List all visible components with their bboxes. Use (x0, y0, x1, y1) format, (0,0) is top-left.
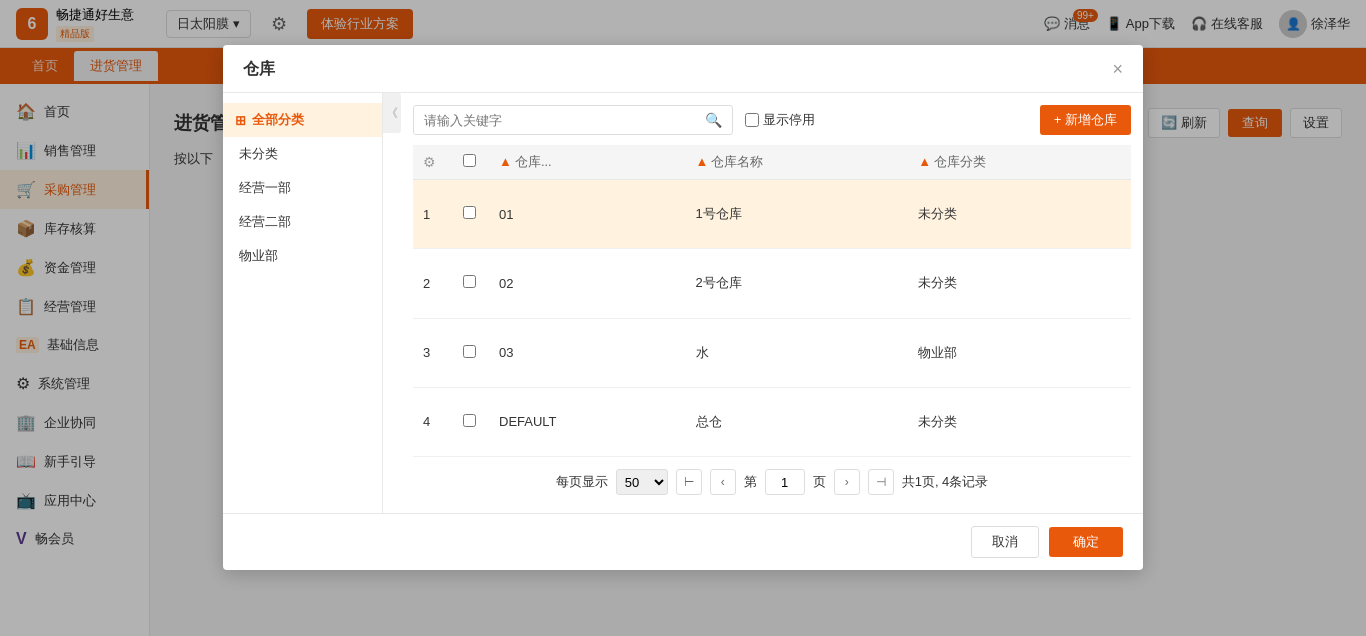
next-page-button[interactable]: › (834, 469, 860, 495)
total-info: 共1页, 4条记录 (902, 473, 989, 491)
modal-title: 仓库 (243, 59, 275, 80)
grid-icon: ⊞ (235, 113, 246, 128)
cell-code: DEFAULT (489, 387, 686, 456)
table-header-row: ⚙ ▲仓库... ▲仓库名称 ▲仓库分类 (413, 145, 1131, 180)
row-checkbox[interactable] (463, 345, 476, 358)
table-row[interactable]: 3 03 水 物业部 (413, 318, 1131, 387)
modal-body: ⊞ 全部分类 未分类 经营一部 经营二部 物业部 《 🔍 显示停用 (223, 93, 1143, 513)
cancel-button[interactable]: 取消 (971, 526, 1039, 558)
category-unclassified[interactable]: 未分类 (223, 137, 382, 171)
category-all[interactable]: ⊞ 全部分类 (223, 103, 382, 137)
show-disabled-label[interactable]: 显示停用 (745, 111, 815, 129)
cell-index: 1 (413, 180, 453, 249)
show-disabled-checkbox[interactable] (745, 113, 759, 127)
cell-name: 水 (686, 318, 909, 387)
row-checkbox[interactable] (463, 206, 476, 219)
th-code: ▲仓库... (489, 145, 686, 180)
row-checkbox[interactable] (463, 275, 476, 288)
cell-name: 总仓 (686, 387, 909, 456)
page-suffix: 页 (813, 473, 826, 491)
cell-name: 2号仓库 (686, 249, 909, 318)
cell-check (453, 180, 489, 249)
th-settings: ⚙ (413, 145, 453, 180)
search-button[interactable]: 🔍 (695, 106, 732, 134)
cell-code: 01 (489, 180, 686, 249)
search-input[interactable] (414, 107, 695, 134)
select-all-checkbox[interactable] (463, 154, 476, 167)
cell-index: 3 (413, 318, 453, 387)
cell-code: 03 (489, 318, 686, 387)
cell-code: 02 (489, 249, 686, 318)
settings-icon[interactable]: ⚙ (423, 154, 436, 170)
pagination: 每页显示 50 100 200 ⊢ ‹ 第 页 › ⊣ 共1页, 4条记录 (413, 457, 1131, 501)
cell-check (453, 387, 489, 456)
per-page-select[interactable]: 50 100 200 (616, 469, 668, 495)
th-checkbox (453, 145, 489, 180)
category-property[interactable]: 物业部 (223, 239, 382, 273)
confirm-button[interactable]: 确定 (1049, 527, 1123, 557)
category-all-label: 全部分类 (252, 111, 304, 129)
cell-category: 未分类 (908, 387, 1131, 456)
collapse-category-button[interactable]: 《 (383, 93, 401, 133)
first-page-button[interactable]: ⊢ (676, 469, 702, 495)
table-area: 🔍 显示停用 + 新增仓库 ⚙ (401, 93, 1143, 513)
cell-check (453, 318, 489, 387)
page-number-input[interactable] (765, 469, 805, 495)
warehouse-table: ⚙ ▲仓库... ▲仓库名称 ▲仓库分类 (413, 145, 1131, 457)
table-toolbar: 🔍 显示停用 + 新增仓库 (413, 105, 1131, 135)
cell-index: 4 (413, 387, 453, 456)
table-row[interactable]: 4 DEFAULT 总仓 未分类 (413, 387, 1131, 456)
cell-check (453, 249, 489, 318)
add-warehouse-button[interactable]: + 新增仓库 (1040, 105, 1131, 135)
last-page-button[interactable]: ⊣ (868, 469, 894, 495)
table-row[interactable]: 1 01 1号仓库 未分类 (413, 180, 1131, 249)
cell-category: 未分类 (908, 249, 1131, 318)
cell-name: 1号仓库 (686, 180, 909, 249)
per-page-label: 每页显示 (556, 473, 608, 491)
row-checkbox[interactable] (463, 414, 476, 427)
category-ops1[interactable]: 经营一部 (223, 171, 382, 205)
category-sidebar: ⊞ 全部分类 未分类 经营一部 经营二部 物业部 (223, 93, 383, 513)
category-ops2[interactable]: 经营二部 (223, 205, 382, 239)
modal-header: 仓库 × (223, 45, 1143, 93)
th-name: ▲仓库名称 (686, 145, 909, 180)
search-box: 🔍 (413, 105, 733, 135)
warehouse-modal: 仓库 × ⊞ 全部分类 未分类 经营一部 经营二部 物业部 《 🔍 (223, 45, 1143, 570)
th-category: ▲仓库分类 (908, 145, 1131, 180)
page-label: 第 (744, 473, 757, 491)
table-row[interactable]: 2 02 2号仓库 未分类 (413, 249, 1131, 318)
modal-footer: 取消 确定 (223, 513, 1143, 570)
prev-page-button[interactable]: ‹ (710, 469, 736, 495)
cell-category: 未分类 (908, 180, 1131, 249)
cell-category: 物业部 (908, 318, 1131, 387)
cell-index: 2 (413, 249, 453, 318)
modal-close-button[interactable]: × (1112, 59, 1123, 80)
